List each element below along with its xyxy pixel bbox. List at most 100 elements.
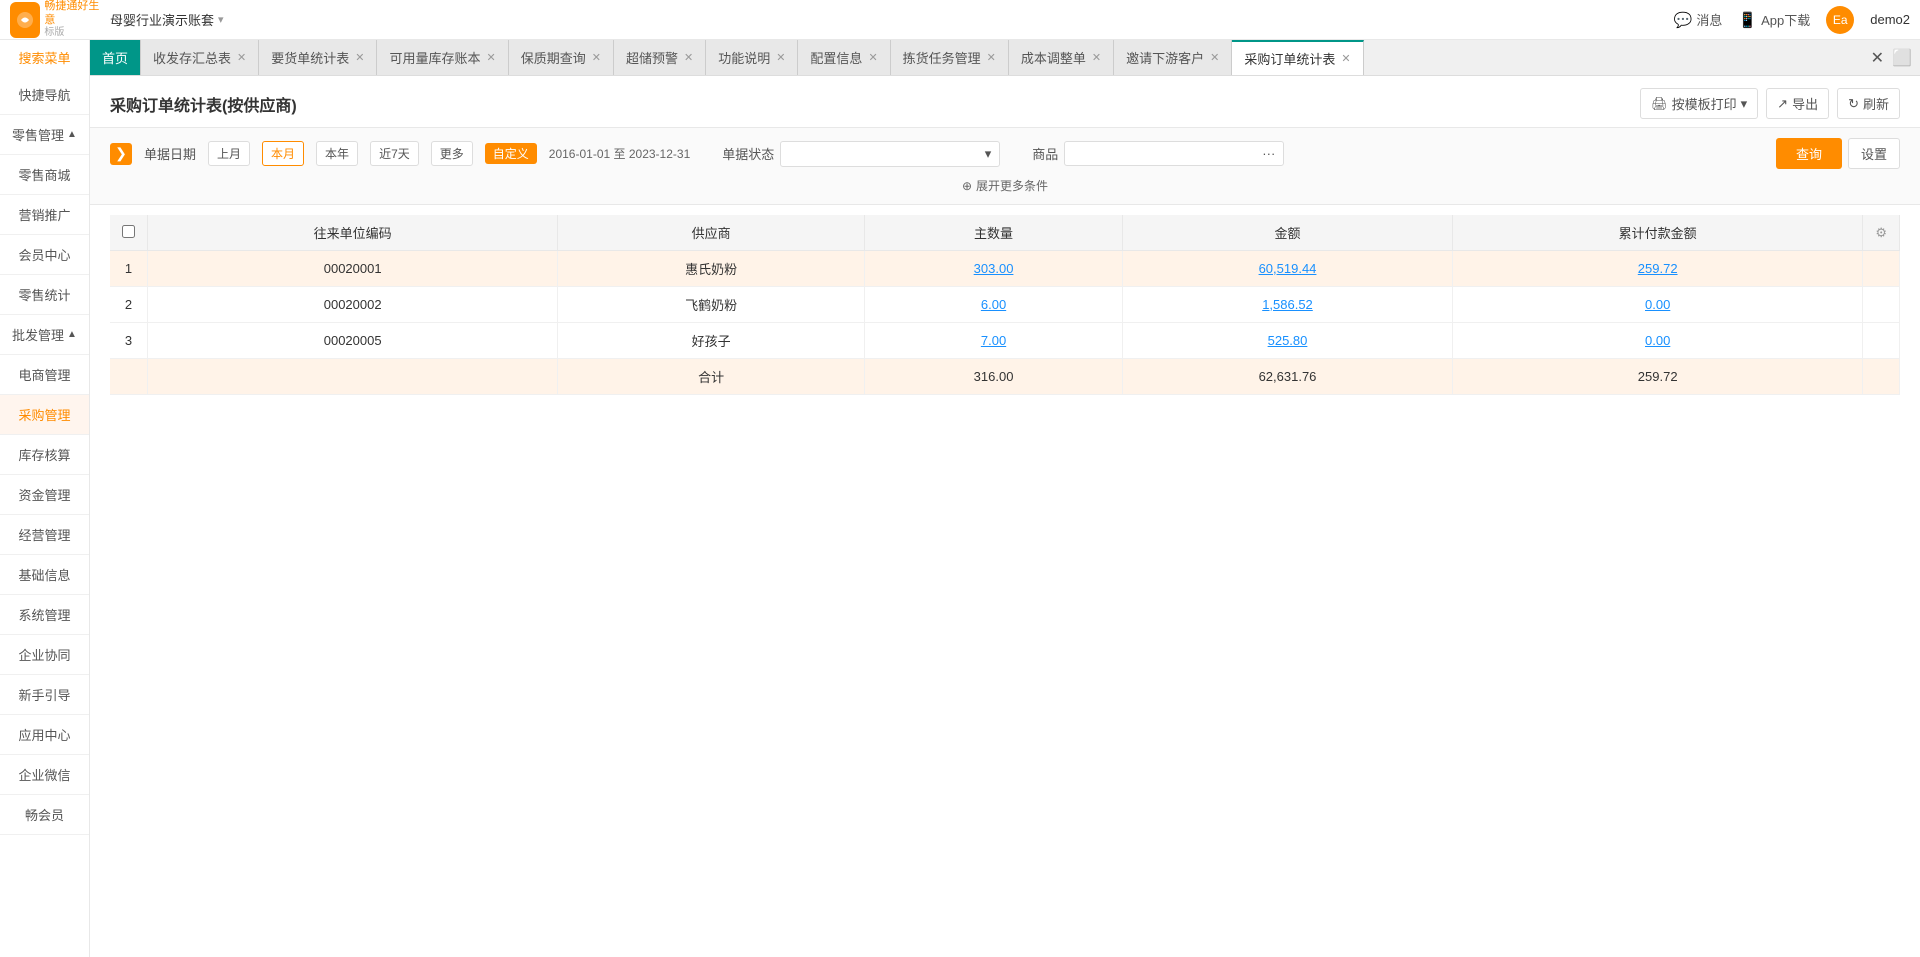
sidebar-item-app-center[interactable]: 应用中心 xyxy=(0,715,89,755)
tab-close-active-icon[interactable]: ✕ xyxy=(1341,52,1350,65)
row-actions xyxy=(1863,323,1900,359)
tab-cost-adjustment[interactable]: 成本调整单 ✕ xyxy=(1009,40,1114,76)
sidebar-item-retail-mall[interactable]: 零售商城 xyxy=(0,155,89,195)
date-last7-button[interactable]: 近7天 xyxy=(370,141,419,166)
row-supplier-name: 好孩子 xyxy=(558,323,865,359)
sidebar-item-retail-stats[interactable]: 零售统计 xyxy=(0,275,89,315)
row-main-qty[interactable]: 6.00 xyxy=(865,287,1123,323)
sidebar-item-purchase[interactable]: 采购管理 xyxy=(0,395,89,435)
tab-overstock-warning[interactable]: 超储预警 ✕ xyxy=(614,40,706,76)
row-amount[interactable]: 60,519.44 xyxy=(1123,251,1453,287)
message-button[interactable]: 💬 消息 xyxy=(1674,10,1723,29)
print-icon: 🖨 xyxy=(1651,96,1668,112)
tab-available-inventory[interactable]: 可用量库存账本 ✕ xyxy=(377,40,508,76)
sidebar-item-member-center[interactable]: 会员中心 xyxy=(0,235,89,275)
row-paid-amount[interactable]: 0.00 xyxy=(1452,323,1862,359)
row-amount[interactable]: 525.80 xyxy=(1123,323,1453,359)
tab-close-icon[interactable]: ✕ xyxy=(684,51,693,64)
date-this-year-button[interactable]: 本年 xyxy=(316,141,358,166)
sidebar-search[interactable]: 搜索菜单 xyxy=(0,40,89,75)
date-last-month-button[interactable]: 上月 xyxy=(208,141,250,166)
user-name[interactable]: demo2 xyxy=(1870,12,1910,27)
sidebar-item-enterprise-collab[interactable]: 企业协同 xyxy=(0,635,89,675)
goods-filter-item: 商品 ··· xyxy=(1032,141,1284,166)
table-header-amount: 金额 xyxy=(1123,215,1453,251)
tab-close-icon[interactable]: ✕ xyxy=(987,51,996,64)
print-button[interactable]: 🖨 按模板打印 ▾ xyxy=(1640,88,1758,119)
tab-close-icon[interactable]: ✕ xyxy=(237,51,246,64)
column-settings-icon[interactable]: ⚙ xyxy=(1875,225,1887,240)
user-avatar: Ea xyxy=(1826,6,1854,34)
status-select[interactable]: ▾ xyxy=(780,141,1000,167)
filter-toggle-button[interactable]: ❯ xyxy=(110,143,132,165)
row-amount[interactable]: 1,586.52 xyxy=(1123,287,1453,323)
download-icon: 📱 xyxy=(1738,11,1757,29)
tab-invite-downstream[interactable]: 邀请下游客户 ✕ xyxy=(1114,40,1232,76)
row-main-qty[interactable]: 7.00 xyxy=(865,323,1123,359)
date-more-button[interactable]: 更多 xyxy=(431,141,473,166)
table-header-supplier-code: 往来单位编码 xyxy=(148,215,558,251)
tab-close-all-button[interactable]: ✕ xyxy=(1871,48,1884,68)
expand-icon: ▲ xyxy=(67,129,77,140)
status-filter-item: 单据状态 ▾ xyxy=(722,141,1000,167)
row-paid-amount[interactable]: 259.72 xyxy=(1452,251,1862,287)
data-table: 往来单位编码 供应商 主数量 金额 累计付款金额 ⚙ xyxy=(110,215,1900,395)
workspace-selector[interactable]: 母婴行业演示账套 ▾ xyxy=(110,10,228,29)
row-paid-amount[interactable]: 0.00 xyxy=(1452,287,1862,323)
sidebar-item-enterprise-wechat[interactable]: 企业微信 xyxy=(0,755,89,795)
sidebar-item-finance[interactable]: 资金管理 xyxy=(0,475,89,515)
date-custom-badge: 自定义 xyxy=(485,143,537,164)
app-download-button[interactable]: 📱 App下载 xyxy=(1738,10,1810,29)
row-supplier-name: 惠氏奶粉 xyxy=(558,251,865,287)
tab-requisition-summary[interactable]: 要货单统计表 ✕ xyxy=(259,40,377,76)
sidebar: 搜索菜单 快捷导航 零售管理 ▲ 零售商城 营销推广 会员中心 零售统计 批 xyxy=(0,40,90,957)
tab-close-icon[interactable]: ✕ xyxy=(487,51,496,64)
sidebar-item-nav[interactable]: 快捷导航 xyxy=(0,75,89,115)
tab-close-icon[interactable]: ✕ xyxy=(776,51,785,64)
expand-down-icon: ⊕ xyxy=(962,179,972,193)
sidebar-item-basic-info[interactable]: 基础信息 xyxy=(0,555,89,595)
tab-maximize-button[interactable]: ⬜ xyxy=(1892,48,1912,68)
page-title: 采购订单统计表(按供应商) xyxy=(110,92,297,116)
tab-close-icon[interactable]: ✕ xyxy=(1092,51,1101,64)
date-this-month-button[interactable]: 本月 xyxy=(262,141,304,166)
table-row: 1 00020001 惠氏奶粉 303.00 60,519.44 259.72 xyxy=(110,251,1900,287)
refresh-button[interactable]: ↻ 刷新 xyxy=(1837,88,1900,119)
goods-select[interactable]: ··· xyxy=(1064,141,1284,166)
row-index: 1 xyxy=(110,251,148,287)
top-bar: 畅捷通好生意 标版 母婴行业演示账套 ▾ 💬 消息 📱 App下载 Ea dem… xyxy=(0,0,1920,40)
sidebar-item-retail-management[interactable]: 零售管理 ▲ xyxy=(0,115,89,155)
sidebar-item-member[interactable]: 畅会员 xyxy=(0,795,89,835)
search-button[interactable]: 查询 xyxy=(1776,138,1842,169)
expand-more-button[interactable]: ⊕ 展开更多条件 xyxy=(962,177,1048,194)
message-icon: 💬 xyxy=(1674,11,1693,29)
settings-button[interactable]: 设置 xyxy=(1848,138,1900,169)
tab-close-icon[interactable]: ✕ xyxy=(868,51,877,64)
sidebar-item-system[interactable]: 系统管理 xyxy=(0,595,89,635)
tab-close-icon[interactable]: ✕ xyxy=(355,51,364,64)
sidebar-item-ecommerce[interactable]: 电商管理 xyxy=(0,355,89,395)
tab-home[interactable]: 首页 xyxy=(90,40,141,76)
sidebar-item-inventory[interactable]: 库存核算 xyxy=(0,435,89,475)
table-footer: 合计 316.00 62,631.76 259.72 xyxy=(110,359,1900,395)
sidebar-item-new-guide[interactable]: 新手引导 xyxy=(0,675,89,715)
row-main-qty[interactable]: 303.00 xyxy=(865,251,1123,287)
select-all-checkbox[interactable] xyxy=(122,225,135,238)
sidebar-item-marketing[interactable]: 营销推广 xyxy=(0,195,89,235)
tab-picking-task[interactable]: 拣货任务管理 ✕ xyxy=(891,40,1009,76)
select-arrow-icon: ▾ xyxy=(985,146,992,162)
tab-receive-summary[interactable]: 收发存汇总表 ✕ xyxy=(141,40,259,76)
sidebar-item-operations[interactable]: 经营管理 xyxy=(0,515,89,555)
tab-config-info[interactable]: 配置信息 ✕ xyxy=(798,40,890,76)
tab-warranty-query[interactable]: 保质期查询 ✕ xyxy=(509,40,614,76)
print-arrow-icon: ▾ xyxy=(1741,96,1748,112)
top-bar-right: 💬 消息 📱 App下载 Ea demo2 xyxy=(1674,6,1910,34)
sidebar-item-wholesale[interactable]: 批发管理 ▲ xyxy=(0,315,89,355)
tab-close-icon[interactable]: ✕ xyxy=(1210,51,1219,64)
tab-function-description[interactable]: 功能说明 ✕ xyxy=(706,40,798,76)
export-button[interactable]: ↗ 导出 xyxy=(1766,88,1829,119)
tab-close-icon[interactable]: ✕ xyxy=(592,51,601,64)
table-header-checkbox xyxy=(110,215,148,251)
tab-purchase-summary[interactable]: 采购订单统计表 ✕ xyxy=(1232,40,1363,76)
date-range-text: 2016-01-01 至 2023-12-31 xyxy=(549,145,690,162)
